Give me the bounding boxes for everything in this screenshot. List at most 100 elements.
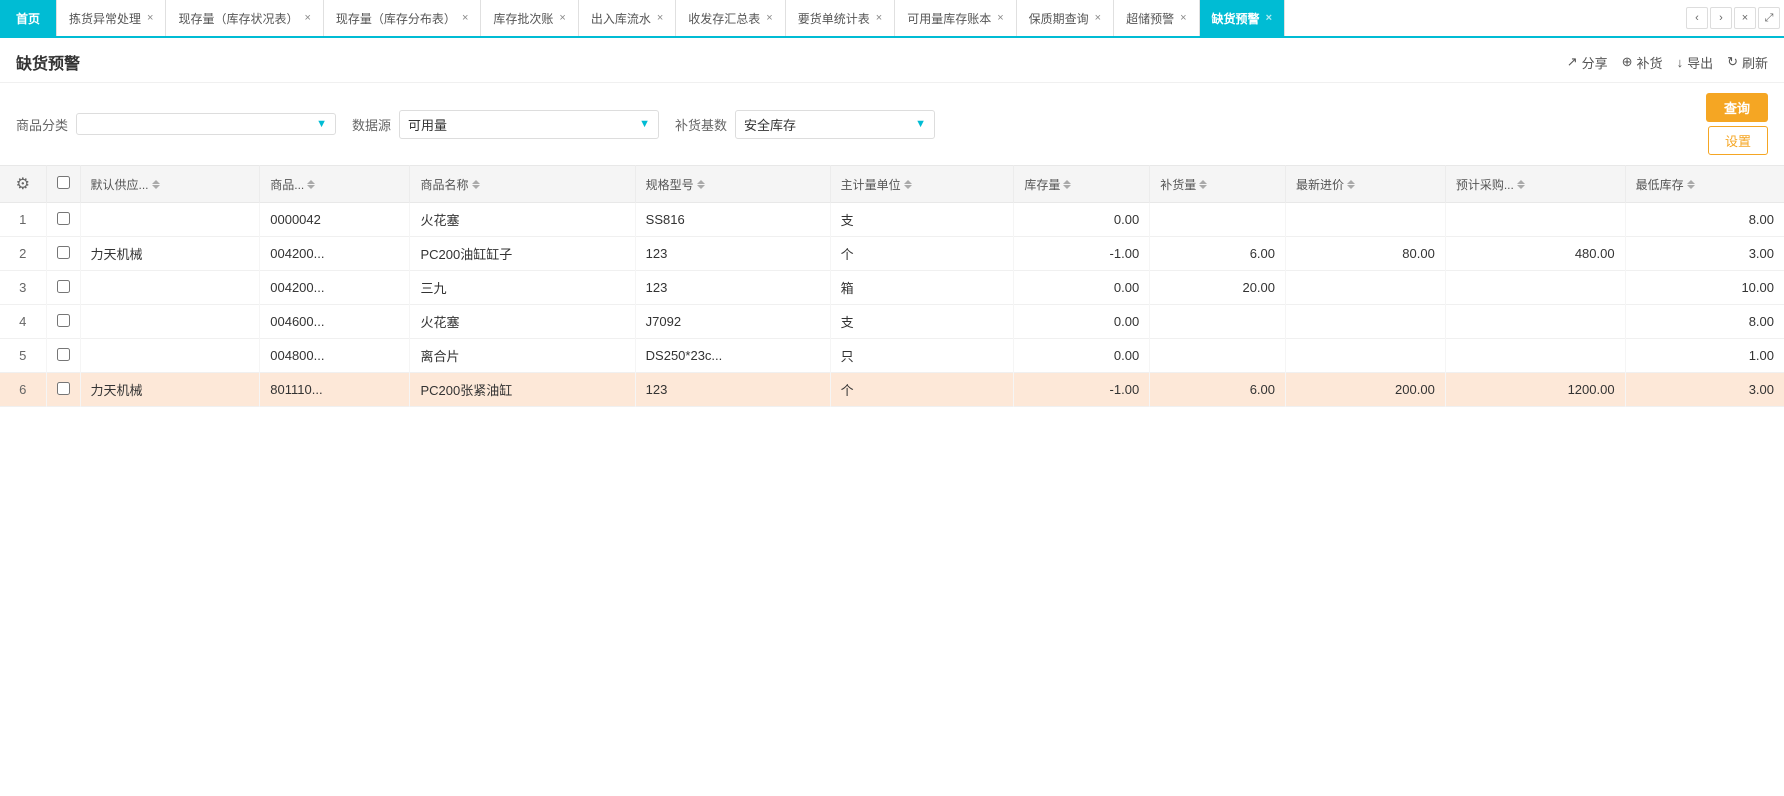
- tab-close-icon[interactable]: ×: [1180, 12, 1186, 24]
- tab-close-icon[interactable]: ×: [657, 12, 663, 24]
- tab-label: 收发存汇总表: [688, 10, 760, 27]
- setting-button[interactable]: 设置: [1708, 126, 1768, 155]
- tab-home[interactable]: 首页: [0, 0, 57, 36]
- th-supplier[interactable]: 默认供应...: [80, 166, 260, 203]
- tab-close-icon[interactable]: ×: [997, 12, 1003, 24]
- tab-prev-button[interactable]: ‹: [1686, 7, 1708, 29]
- tab-expiry[interactable]: 保质期查询 ×: [1017, 0, 1114, 36]
- th-product-name[interactable]: 商品名称: [410, 166, 635, 203]
- th-est-purchase[interactable]: 预计采购...: [1445, 166, 1625, 203]
- tab-bar: 首页 拣货异常处理 × 现存量（库存状况表） × 现存量（库存分布表） × 库存…: [0, 0, 1784, 38]
- refresh-icon: ↻: [1727, 54, 1738, 70]
- tab-stock-dist[interactable]: 现存量（库存分布表） ×: [324, 0, 481, 36]
- th-spec[interactable]: 规格型号: [635, 166, 830, 203]
- table-row: 4 004600... 火花塞 J7092 支 0.00 8.00: [0, 305, 1784, 339]
- cell-stock-qty: 0.00: [1014, 305, 1150, 339]
- tab-batch[interactable]: 库存批次账 ×: [481, 0, 578, 36]
- tab-close-icon[interactable]: ×: [1266, 12, 1272, 24]
- share-label: 分享: [1582, 53, 1608, 72]
- th-stock-qty[interactable]: 库存量: [1014, 166, 1150, 203]
- tab-close-icon[interactable]: ×: [1095, 12, 1101, 24]
- cell-replenish-qty: 20.00: [1150, 271, 1286, 305]
- cell-min-stock: 3.00: [1625, 237, 1784, 271]
- cell-product-name: PC200油缸缸子: [410, 237, 635, 271]
- tab-overstock[interactable]: 超储预警 ×: [1114, 0, 1199, 36]
- cell-product-code: 004200...: [260, 271, 410, 305]
- tab-label: 要货单统计表: [798, 10, 870, 27]
- cell-unit: 支: [830, 305, 1014, 339]
- export-button[interactable]: ↓ 导出: [1677, 53, 1714, 72]
- cell-replenish-qty: [1150, 305, 1286, 339]
- th-unit[interactable]: 主计量单位: [830, 166, 1014, 203]
- table-row: 2 力天机械 004200... PC200油缸缸子 123 个 -1.00 6…: [0, 237, 1784, 271]
- category-chevron-icon: ▼: [316, 118, 327, 130]
- th-settings[interactable]: ⚙: [0, 166, 46, 203]
- page-header: 缺货预警 ↗ 分享 ⊕ 补货 ↓ 导出 ↻ 刷新: [0, 38, 1784, 83]
- category-select[interactable]: ▼: [76, 113, 336, 135]
- cell-min-stock: 3.00: [1625, 373, 1784, 407]
- row-number: 1: [0, 203, 46, 237]
- th-latest-price-label: 最新进价: [1296, 176, 1344, 193]
- th-stock-qty-label: 库存量: [1024, 176, 1060, 193]
- row-checkbox[interactable]: [57, 246, 70, 259]
- replenish-select[interactable]: 安全库存 ▼: [735, 110, 935, 139]
- row-checkbox[interactable]: [57, 382, 70, 395]
- cell-replenish-qty: [1150, 339, 1286, 373]
- settings-gear-icon[interactable]: ⚙: [16, 176, 30, 193]
- datasource-select[interactable]: 可用量 ▼: [399, 110, 659, 139]
- tab-label: 可用量库存账本: [907, 10, 991, 27]
- page-title: 缺货预警: [16, 50, 1567, 74]
- tab-avail-ledger[interactable]: 可用量库存账本 ×: [895, 0, 1016, 36]
- table-row: 5 004800... 离合片 DS250*23c... 只 0.00 1.00: [0, 339, 1784, 373]
- sort-icon: [1517, 180, 1525, 189]
- replenish-button[interactable]: ⊕ 补货: [1622, 53, 1663, 72]
- tab-next-button[interactable]: ›: [1710, 7, 1732, 29]
- cell-product-code: 004200...: [260, 237, 410, 271]
- filter-actions: 查询 设置: [1706, 93, 1768, 155]
- tab-close-all-button[interactable]: ×: [1734, 7, 1756, 29]
- tab-close-icon[interactable]: ×: [766, 12, 772, 24]
- tab-exception[interactable]: 拣货异常处理 ×: [57, 0, 166, 36]
- select-all-checkbox[interactable]: [57, 176, 70, 189]
- tab-label: 缺货预警: [1212, 10, 1260, 27]
- row-checkbox[interactable]: [57, 212, 70, 225]
- tab-shortage[interactable]: 缺货预警 ×: [1200, 0, 1285, 36]
- refresh-button[interactable]: ↻ 刷新: [1727, 53, 1768, 72]
- th-product-code[interactable]: 商品...: [260, 166, 410, 203]
- tab-close-icon[interactable]: ×: [147, 12, 153, 24]
- row-checkbox-cell: [46, 339, 80, 373]
- row-checkbox[interactable]: [57, 348, 70, 361]
- cell-latest-price: [1286, 305, 1446, 339]
- query-button[interactable]: 查询: [1706, 93, 1768, 122]
- tab-recv-summary[interactable]: 收发存汇总表 ×: [676, 0, 785, 36]
- row-number: 5: [0, 339, 46, 373]
- cell-supplier: 力天机械: [80, 373, 260, 407]
- tab-inout-flow[interactable]: 出入库流水 ×: [579, 0, 676, 36]
- th-replenish-qty[interactable]: 补货量: [1150, 166, 1286, 203]
- cell-unit: 箱: [830, 271, 1014, 305]
- category-filter-group: 商品分类 ▼: [16, 113, 336, 135]
- refresh-label: 刷新: [1742, 53, 1768, 72]
- tab-nav-buttons: ‹ › × ⤢: [1682, 7, 1784, 29]
- sort-icon: [152, 180, 160, 189]
- cell-replenish-qty: [1150, 203, 1286, 237]
- tab-order-stat[interactable]: 要货单统计表 ×: [786, 0, 895, 36]
- tab-close-icon[interactable]: ×: [462, 12, 468, 24]
- tab-close-icon[interactable]: ×: [559, 12, 565, 24]
- sort-icon: [1199, 180, 1207, 189]
- share-button[interactable]: ↗ 分享: [1567, 53, 1608, 72]
- tab-expand-button[interactable]: ⤢: [1758, 7, 1780, 29]
- row-checkbox[interactable]: [57, 280, 70, 293]
- th-min-stock[interactable]: 最低库存: [1625, 166, 1784, 203]
- row-checkbox[interactable]: [57, 314, 70, 327]
- tab-close-icon[interactable]: ×: [304, 12, 310, 24]
- tab-stock-status[interactable]: 现存量（库存状况表） ×: [166, 0, 323, 36]
- cell-est-purchase: [1445, 339, 1625, 373]
- th-unit-label: 主计量单位: [841, 176, 901, 193]
- cell-min-stock: 10.00: [1625, 271, 1784, 305]
- tab-label: 拣货异常处理: [69, 10, 141, 27]
- table-row: 1 0000042 火花塞 SS816 支 0.00 8.00: [0, 203, 1784, 237]
- replenish-filter-group: 补货基数 安全库存 ▼: [675, 110, 935, 139]
- th-latest-price[interactable]: 最新进价: [1286, 166, 1446, 203]
- tab-close-icon[interactable]: ×: [876, 12, 882, 24]
